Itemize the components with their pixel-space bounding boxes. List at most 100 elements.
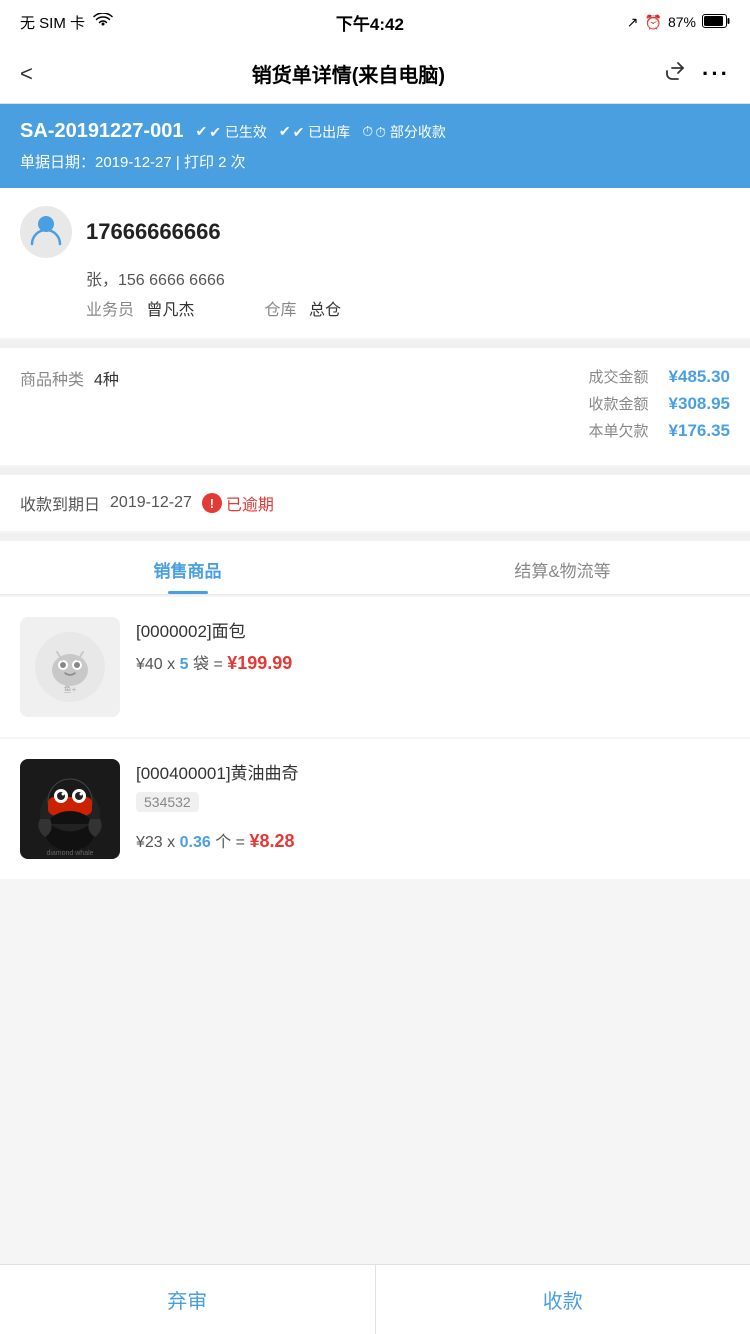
bottom-bar: 弃审 收款 [0, 1264, 750, 1334]
order-id: SA-20191227-001 [20, 120, 183, 143]
cancel-button[interactable]: 弃审 [0, 1265, 375, 1334]
back-button[interactable]: < [20, 61, 33, 87]
product-eq-1: = [213, 656, 227, 673]
avatar-icon [28, 210, 64, 254]
stats-section: 商品种类 4种 成交金额 ¥485.30 收款金额 ¥308.95 本单欠款 ¥… [0, 348, 750, 465]
svg-text:鱼+: 鱼+ [64, 684, 77, 694]
status-time: 下午4:42 [336, 10, 404, 35]
nav-left: < [20, 61, 33, 87]
product-name-1: [0000002]面包 [136, 617, 730, 642]
product-unit-1: 袋 [193, 656, 209, 673]
product-price-row-2: ¥23 x 0.36 个 = ¥8.28 [136, 828, 730, 852]
svg-text:diamond whale: diamond whale [46, 850, 93, 857]
receipt-amount-label: 收款金额 [589, 393, 649, 414]
product-price-row-1: ¥40 x 5 袋 = ¥199.99 [136, 650, 730, 674]
no-sim-label: 无 SIM 卡 [20, 12, 85, 33]
product-multiply-1: x [167, 656, 179, 673]
customer-id: 17666666666 [86, 219, 221, 245]
nav-right: ··· [664, 60, 730, 88]
confirm-button[interactable]: 收款 [376, 1265, 750, 1334]
status-bar: 无 SIM 卡 下午4:42 ↗ ⏰ 87% [0, 0, 750, 44]
tab-settlement-label: 结算&物流等 [514, 562, 610, 581]
enacted-label: ✔ 已生效 [209, 122, 267, 142]
overdue-icon: ! [202, 493, 222, 513]
status-right: ↗ ⏰ 87% [627, 14, 730, 31]
product-unit-2: 个 [215, 834, 231, 851]
product-price-2: ¥23 [136, 834, 163, 851]
share-button[interactable] [664, 60, 686, 88]
divider-3 [0, 533, 750, 541]
product-info-1: [0000002]面包 ¥40 x 5 袋 = ¥199.99 [136, 617, 730, 674]
tab-sales-label: 销售商品 [154, 562, 222, 581]
product-qty-1: 5 [180, 656, 189, 673]
confirm-label: 收款 [543, 1285, 583, 1314]
due-date: 2019-12-27 [110, 494, 192, 512]
status-enacted: ✔ ✔ 已生效 [195, 122, 266, 142]
product-sku-2: 534532 [136, 792, 199, 812]
customer-name-phone: 张，156 6666 6666 [86, 266, 730, 290]
enacted-icon: ✔ [195, 123, 207, 140]
debt-amount-value: ¥176.35 [669, 421, 730, 441]
status-left: 无 SIM 卡 [20, 12, 113, 33]
divider-1 [0, 340, 750, 348]
salesperson-label: 业务员 [86, 302, 134, 319]
debt-amount-row: 本单欠款 ¥176.35 [589, 420, 730, 441]
product-placeholder-1: 鱼+ [20, 617, 120, 717]
order-meta: 单据日期：2019-12-27 | 打印 2 次 [20, 151, 730, 172]
stats-left: 商品种类 4种 [20, 366, 119, 394]
overdue-text: 已逾期 [226, 491, 274, 515]
shipped-label: ✔ 已出库 [293, 122, 351, 142]
product-qty-2: 0.36 [180, 834, 211, 851]
customer-section: 17666666666 张，156 6666 6666 业务员 曾凡杰 仓库 总… [0, 188, 750, 338]
deal-amount-value: ¥485.30 [669, 367, 730, 387]
nav-bar: < 销货单详情(来自电脑) ··· [0, 44, 750, 104]
location-icon: ↗ [627, 14, 639, 31]
order-print-label: 打印 2 次 [184, 154, 246, 171]
order-header: SA-20191227-001 ✔ ✔ 已生效 ✔ ✔ 已出库 ⏱ ⏱ 部分收款… [0, 104, 750, 188]
product-multiply-2: x [167, 834, 179, 851]
partial-icon: ⏱ [362, 123, 373, 140]
status-shipped: ✔ ✔ 已出库 [279, 122, 350, 142]
divider-2 [0, 467, 750, 475]
stats-right: 成交金额 ¥485.30 收款金额 ¥308.95 本单欠款 ¥176.35 [589, 366, 730, 447]
customer-info-row: 业务员 曾凡杰 仓库 总仓 [86, 296, 730, 320]
product-eq-2: = [236, 834, 250, 851]
debt-amount-label: 本单欠款 [589, 420, 649, 441]
product-image-1: 鱼+ [20, 617, 120, 717]
overdue-badge: ! 已逾期 [202, 491, 274, 515]
list-item: 鱼+ [0000002]面包 ¥40 x 5 袋 = ¥199.99 [0, 597, 750, 737]
product-name-2: [000400001]黄油曲奇 [136, 759, 730, 784]
receipt-amount-row: 收款金额 ¥308.95 [589, 393, 730, 414]
list-item: diamond whale [000400001]黄油曲奇 534532 ¥23… [0, 739, 750, 879]
salesperson-value: 曾凡杰 [146, 302, 194, 319]
battery-label: 87% [668, 14, 696, 30]
product-image-2: diamond whale [20, 759, 120, 859]
order-date-label: 单据日期：2019-12-27 [20, 154, 172, 171]
product-type-row: 商品种类 4种 [20, 366, 119, 390]
status-partial-payment: ⏱ ⏱ 部分收款 [362, 122, 446, 142]
due-label: 收款到期日 [20, 491, 100, 515]
shipped-icon: ✔ [279, 123, 291, 140]
cancel-label: 弃审 [167, 1285, 207, 1314]
tab-settlement[interactable]: 结算&物流等 [375, 541, 750, 594]
product-type-count: 4种 [94, 366, 119, 390]
receipt-amount-value: ¥308.95 [669, 394, 730, 414]
partial-label: ⏱ 部分收款 [375, 122, 446, 142]
battery-icon [702, 14, 730, 31]
more-button[interactable]: ··· [702, 61, 730, 87]
tabs-row: 销售商品 结算&物流等 [0, 541, 750, 595]
customer-row: 17666666666 [20, 206, 730, 258]
deal-amount-label: 成交金额 [589, 366, 649, 387]
tabs-section: 销售商品 结算&物流等 [0, 541, 750, 595]
alarm-icon: ⏰ [645, 14, 662, 31]
avatar [20, 206, 72, 258]
warehouse-label: 仓库 [264, 302, 296, 319]
product-price-1: ¥40 [136, 656, 163, 673]
order-divider: | [176, 154, 184, 171]
product-total-1: ¥199.99 [227, 653, 292, 673]
due-section: 收款到期日 2019-12-27 ! 已逾期 [0, 475, 750, 531]
page-title: 销货单详情(来自电脑) [252, 59, 445, 88]
tab-sales-products[interactable]: 销售商品 [0, 541, 375, 594]
warehouse-value: 总仓 [309, 302, 341, 319]
product-type-label: 商品种类 [20, 366, 84, 390]
